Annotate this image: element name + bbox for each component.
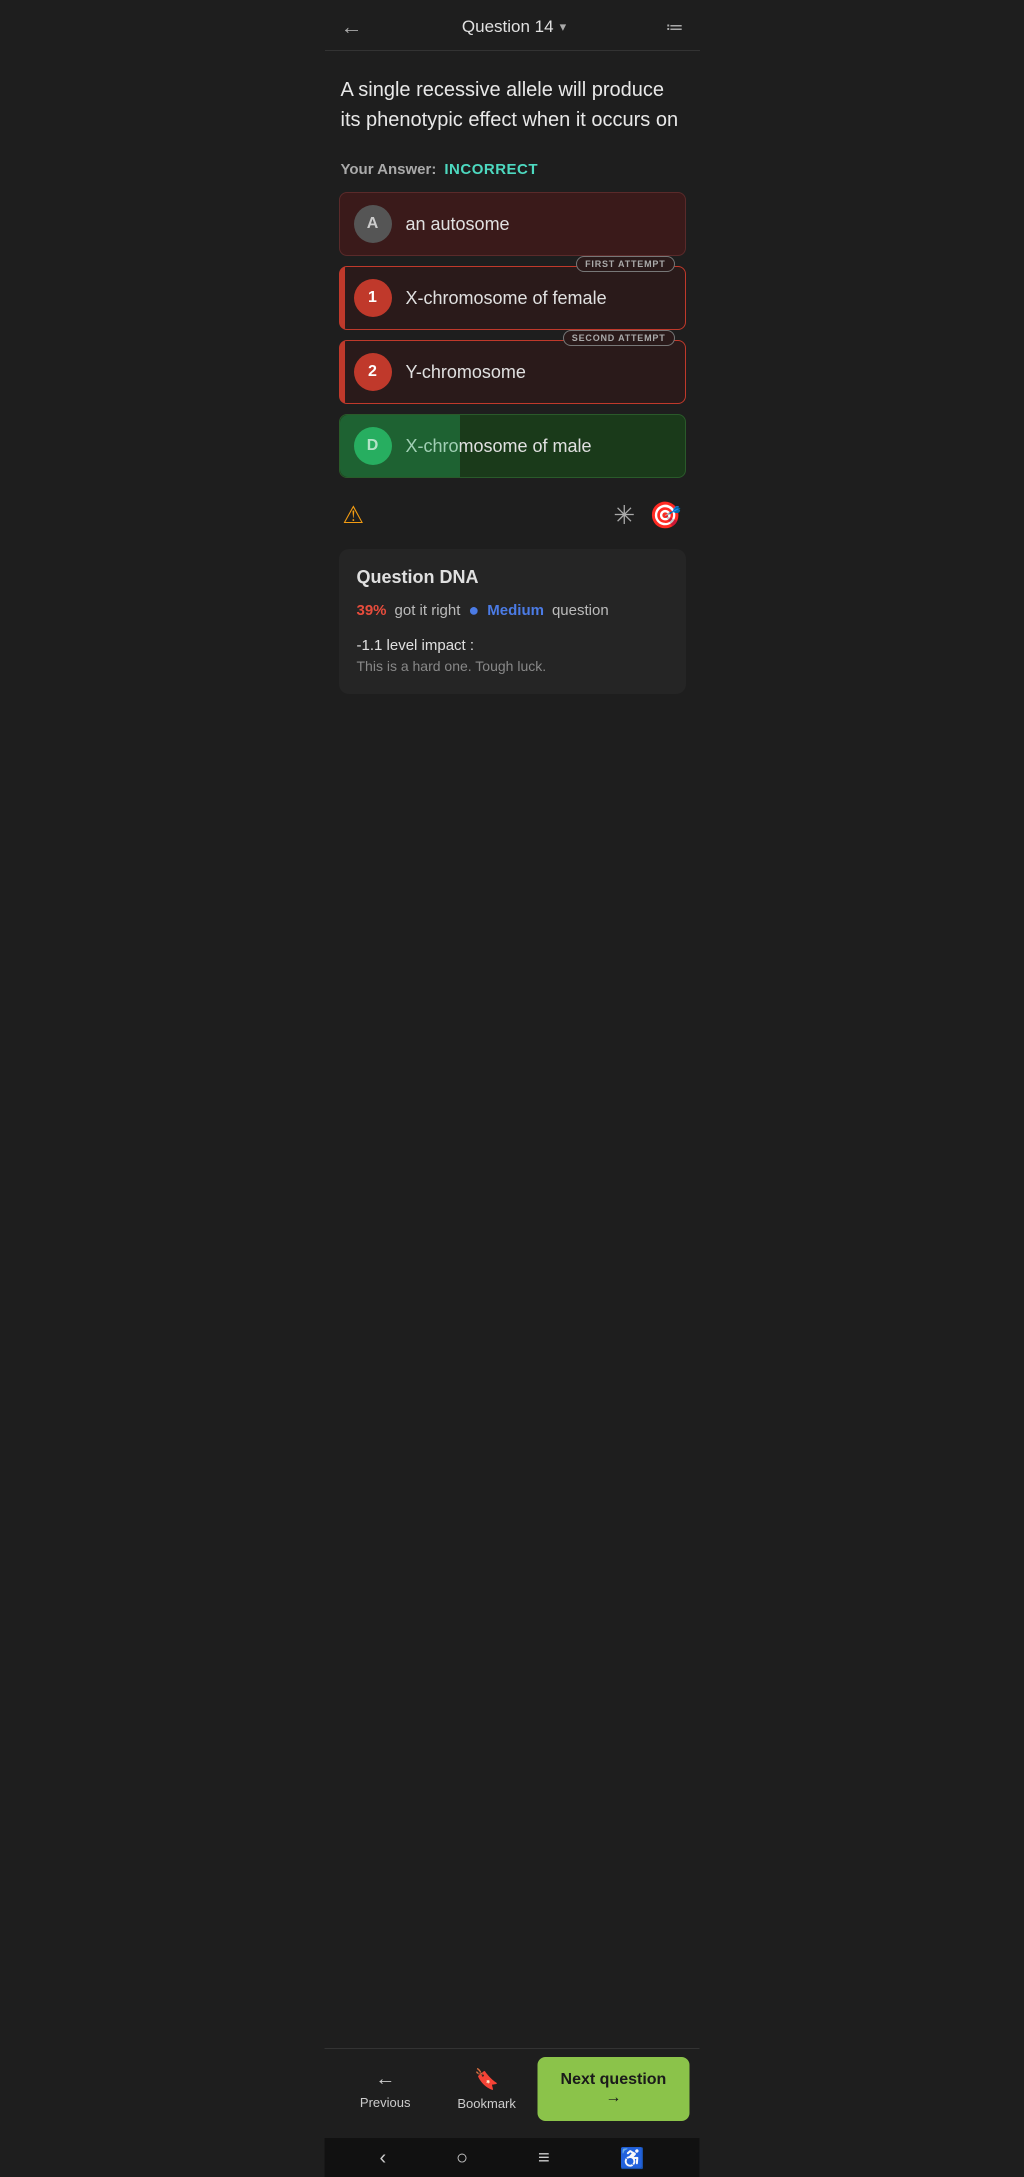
option-c[interactable]: SECOND ATTEMPT 2 Y-chromosome [339,340,686,404]
answer-value: INCORRECT [444,161,538,178]
second-attempt-tag: SECOND ATTEMPT [563,330,675,346]
option-c-text: Y-chromosome [406,362,526,383]
previous-label: Previous [360,2095,411,2110]
icon-row: ⚠ ✳ 🎯 [325,482,700,541]
option-b[interactable]: FIRST ATTEMPT 1 X-chromosome of female [339,266,686,330]
previous-icon: ← [375,2068,395,2091]
spark-icon[interactable]: ✳ [613,500,635,531]
question-number-label: Question 14 [462,17,554,37]
back-button[interactable]: ← [341,14,363,40]
header-title[interactable]: Question 14 ▾ [462,17,566,37]
previous-button[interactable]: ← Previous [335,2068,436,2110]
option-a-badge: A [354,205,392,243]
sys-home-icon[interactable]: ○ [456,2147,468,2170]
chevron-down-icon: ▾ [560,19,567,35]
next-button[interactable]: Next question → [537,2057,689,2121]
person-icon[interactable]: 🎯 [649,500,681,531]
dna-impact: -1.1 level impact : [357,637,668,654]
next-label: Next question → [553,2071,673,2107]
bookmark-icon: 🔖 [474,2067,499,2092]
dna-impact-value: -1.1 [357,637,383,654]
bookmark-label: Bookmark [457,2096,516,2111]
sys-menu-icon[interactable]: ≡ [538,2147,550,2170]
answer-status: Your Answer: INCORRECT [325,145,700,188]
option-d-text: X-chromosome of male [406,436,592,457]
answer-label: Your Answer: [341,161,437,178]
header: ← Question 14 ▾ ≔ [325,0,700,51]
option-d-badge: D [354,427,392,465]
option-a-text: an autosome [406,214,510,235]
options-section: A an autosome FIRST ATTEMPT 1 X-chromoso… [325,188,700,482]
sys-back-icon[interactable]: ‹ [379,2147,386,2170]
next-question-button[interactable]: Next question → [537,2057,689,2121]
dna-difficulty: Medium [487,602,544,619]
option-a[interactable]: A an autosome [339,192,686,256]
sys-accessibility-icon[interactable]: ♿ [620,2146,645,2171]
dna-difficulty-label: question [552,602,609,619]
first-attempt-tag: FIRST ATTEMPT [576,256,674,272]
dna-dot: ● [468,600,479,621]
dna-impact-label: level impact : [387,637,475,654]
question-section: A single recessive allele will produce i… [325,51,700,145]
option-b-text: X-chromosome of female [406,288,607,309]
menu-icon[interactable]: ≔ [666,17,684,38]
dna-stats: 39% got it right ● Medium question [357,600,668,621]
question-text: A single recessive allele will produce i… [341,75,684,135]
dna-section: Question DNA 39% got it right ● Medium q… [339,549,686,694]
system-bar: ‹ ○ ≡ ♿ [325,2138,700,2177]
option-c-badge: 2 [354,353,392,391]
dna-percent: 39% [357,602,387,619]
option-d[interactable]: D X-chromosome of male [339,414,686,478]
dna-description: This is a hard one. Tough luck. [357,658,668,674]
warning-icon[interactable]: ⚠ [343,501,365,530]
action-icons: ✳ 🎯 [613,500,681,531]
bottom-nav: ← Previous 🔖 Bookmark Next question → [325,2048,700,2129]
bookmark-button[interactable]: 🔖 Bookmark [436,2067,537,2111]
option-b-badge: 1 [354,279,392,317]
dna-title: Question DNA [357,567,668,588]
dna-got-right: got it right [395,602,461,619]
